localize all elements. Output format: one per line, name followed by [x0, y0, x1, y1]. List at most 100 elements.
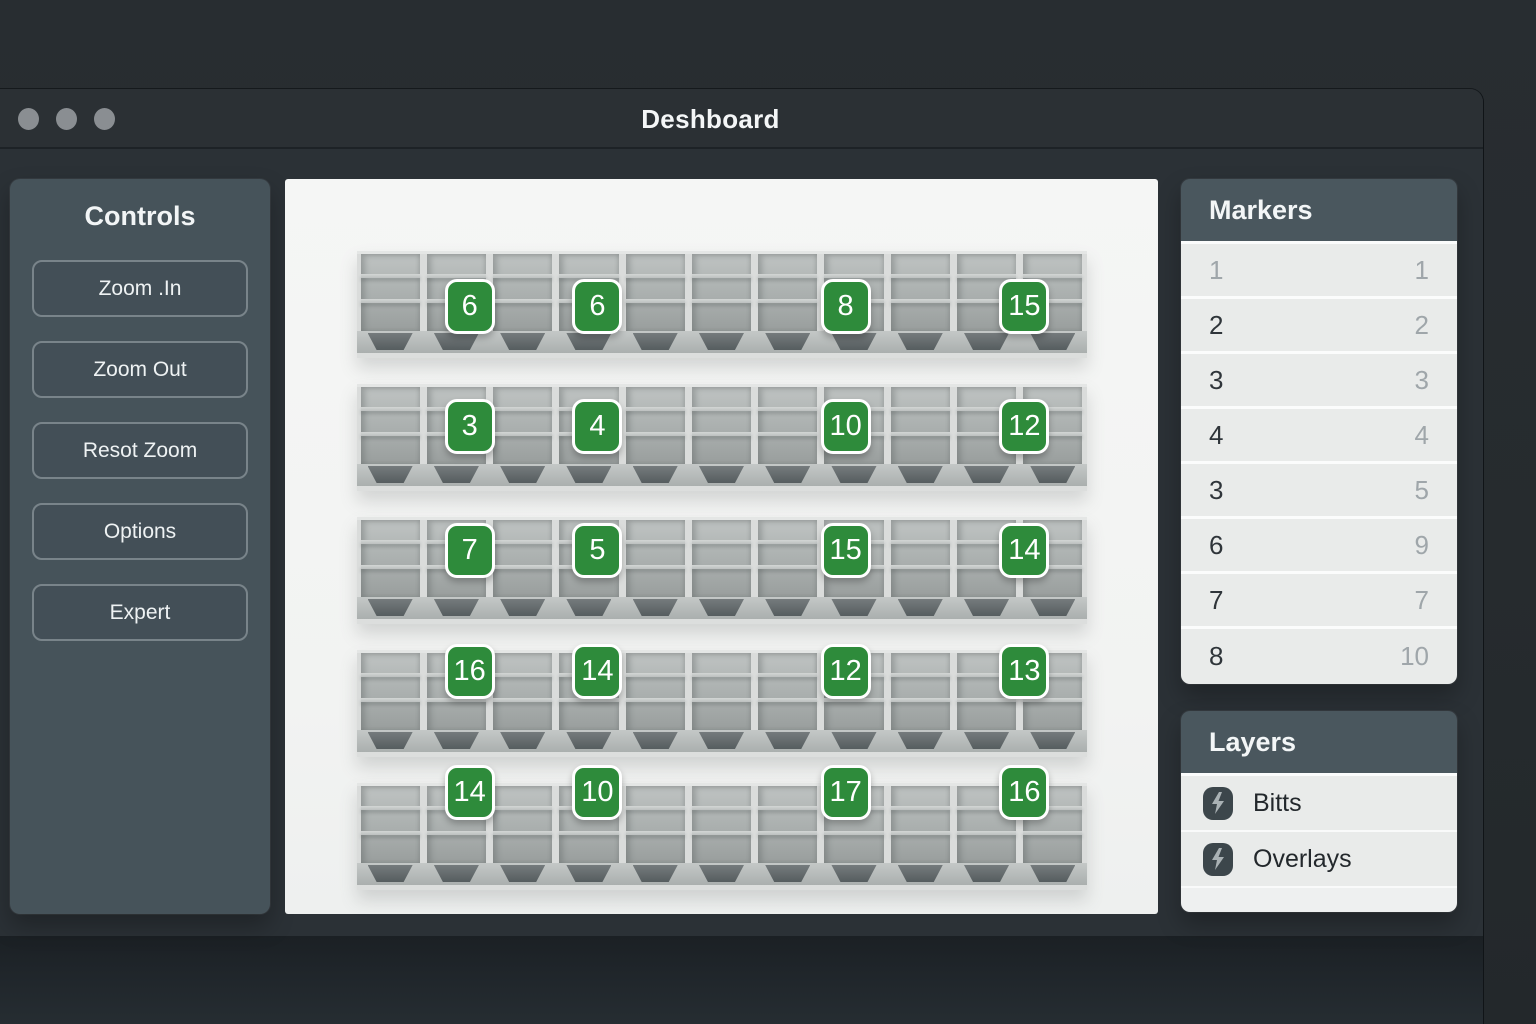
- bin-icon: [1023, 863, 1082, 885]
- bin-icon: [427, 863, 486, 885]
- controls-button-resot-zoom[interactable]: Resot Zoom: [32, 422, 248, 479]
- slot-badge[interactable]: 10: [820, 399, 871, 454]
- window-title: Deshboard: [641, 103, 780, 134]
- slot-badge[interactable]: 4: [572, 399, 623, 454]
- bin-icon: [493, 730, 552, 752]
- slot-badge[interactable]: 8: [820, 279, 871, 334]
- controls-button-zoom-in[interactable]: Zoom .In: [32, 260, 248, 317]
- bin-icon: [493, 863, 552, 885]
- bin-icon: [493, 597, 552, 619]
- markers-panel-title: Markers: [1181, 179, 1457, 244]
- marker-row[interactable]: 77: [1181, 574, 1457, 629]
- bin-icon: [758, 464, 817, 486]
- slot-badge[interactable]: 6: [444, 279, 495, 334]
- bin-icon: [891, 464, 950, 486]
- bin-icon: [692, 464, 751, 486]
- bolt-icon: [1203, 842, 1233, 876]
- layer-item-bitts[interactable]: Bitts: [1181, 776, 1457, 832]
- bolt-icon: [1212, 848, 1224, 870]
- bin-icon: [957, 331, 1016, 353]
- bin-icon: [559, 464, 618, 486]
- marker-row[interactable]: 8 10: [1181, 629, 1457, 684]
- controls-button-zoom-out[interactable]: Zoom Out: [32, 341, 248, 398]
- shelf-slot: [625, 786, 686, 863]
- bin-icon: [626, 863, 685, 885]
- slot-badge[interactable]: 12: [820, 644, 871, 699]
- bin-icon: [626, 331, 685, 353]
- marker-left-value: 6: [1209, 529, 1224, 560]
- bin-icon: [493, 331, 552, 353]
- bin-icon: [1023, 331, 1082, 353]
- layers-list: Bitts Overlays: [1181, 776, 1457, 888]
- bin-icon: [361, 863, 420, 885]
- shelf-slot: [360, 254, 421, 331]
- markers-list: 1 1 2 2 3 3 4 4 3 5 6 9 7 7 8 10: [1181, 244, 1457, 684]
- shelf-slot: [493, 786, 553, 863]
- layer-item-overlays[interactable]: Overlays: [1181, 832, 1457, 888]
- shelf-slot: [691, 653, 752, 730]
- shelf-slot: [493, 653, 553, 730]
- shelf-slot: [691, 387, 752, 464]
- slot-badge[interactable]: 15: [999, 279, 1050, 334]
- shelf-slot: [625, 254, 686, 331]
- slot-badge[interactable]: 15: [820, 523, 871, 578]
- controls-button-expert[interactable]: Expert: [32, 584, 248, 641]
- slot-badge[interactable]: 12: [999, 399, 1050, 454]
- shelf-slot: [360, 387, 421, 464]
- bin-icon: [559, 863, 618, 885]
- shelf-bin-strip: [356, 331, 1087, 353]
- marker-row[interactable]: 69: [1181, 519, 1457, 574]
- layers-panel-title: Layers: [1181, 711, 1457, 776]
- bin-icon: [427, 597, 486, 619]
- marker-left-value: 3: [1209, 364, 1224, 395]
- shelf-slot: [758, 387, 818, 464]
- bin-icon: [758, 597, 817, 619]
- slot-badge[interactable]: 14: [572, 644, 623, 699]
- slot-badge[interactable]: 13: [999, 644, 1050, 699]
- slot-badge[interactable]: 14: [444, 765, 495, 820]
- bin-icon: [891, 597, 950, 619]
- marker-row[interactable]: 11: [1181, 244, 1457, 299]
- slot-badge[interactable]: 5: [572, 523, 623, 578]
- slot-badge[interactable]: 3: [444, 399, 495, 454]
- slot-badge[interactable]: 10: [572, 765, 623, 820]
- shelf-slot: [890, 387, 951, 464]
- right-sidebar: Markers 1 1 2 2 3 3 4 4 3 5 6 9 7 7 8 10 Layers Bitts Ov…: [1181, 179, 1457, 912]
- bin-icon: [361, 730, 420, 752]
- bin-icon: [891, 331, 950, 353]
- marker-row[interactable]: 44: [1181, 409, 1457, 464]
- bin-icon: [559, 730, 618, 752]
- shelf-slot: [360, 520, 421, 597]
- marker-right-value: 7: [1414, 584, 1429, 615]
- bin-icon: [1023, 464, 1082, 486]
- slot-badge[interactable]: 7: [444, 523, 495, 578]
- controls-button-options[interactable]: Options: [32, 503, 248, 560]
- bin-icon: [626, 597, 685, 619]
- shelf-row: 7 5 15 14: [356, 517, 1087, 624]
- shelf-base: [356, 885, 1087, 890]
- shelf-slot: [890, 653, 951, 730]
- bin-icon: [824, 597, 883, 619]
- slot-badge[interactable]: 16: [444, 644, 495, 699]
- slot-badge[interactable]: 6: [572, 279, 623, 334]
- marker-row[interactable]: 22: [1181, 299, 1457, 354]
- shelf-canvas: 6 6 8 15 3 4 10 12 7 5 15 14 16 14 12 13 14 10 17 16: [285, 179, 1158, 914]
- slot-badge[interactable]: 16: [999, 765, 1050, 820]
- shelf-slot: [360, 653, 421, 730]
- shelf-row: 16 14 12 13: [356, 644, 1087, 757]
- controls-panel-title: Controls: [84, 201, 196, 231]
- shelf-bin-strip: [356, 730, 1087, 752]
- marker-right-value: 1: [1414, 254, 1429, 285]
- marker-right-value: 5: [1414, 474, 1429, 505]
- slot-badge[interactable]: 17: [820, 765, 871, 820]
- bolt-icon: [1212, 792, 1224, 814]
- marker-right-value: 4: [1414, 419, 1429, 450]
- bin-icon: [824, 464, 883, 486]
- shelf-bin-strip: [356, 597, 1087, 619]
- bin-icon: [427, 730, 486, 752]
- marker-row[interactable]: 35: [1181, 464, 1457, 519]
- marker-row[interactable]: 33: [1181, 354, 1457, 409]
- slot-badge[interactable]: 14: [999, 523, 1050, 578]
- titlebar: Deshboard: [0, 89, 1483, 149]
- bin-icon: [559, 331, 618, 353]
